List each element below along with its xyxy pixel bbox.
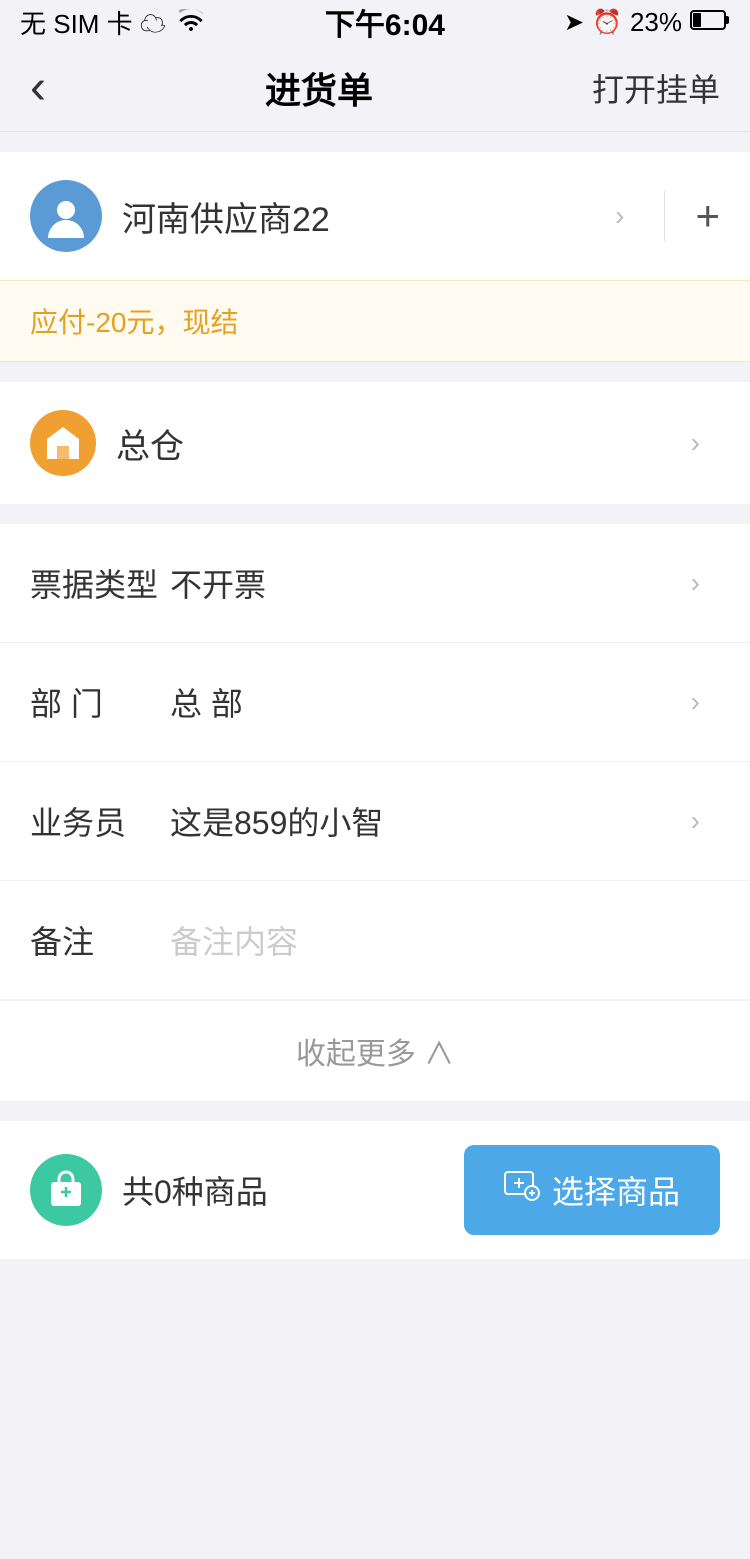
supplier-arrow-icon: › (615, 200, 624, 232)
supplier-card: 河南供应商22 › + 应付-20元，现结 (0, 152, 750, 362)
remarks-placeholder[interactable]: 备注内容 (170, 917, 720, 963)
alarm-icon: ⏰ (592, 8, 622, 37)
back-button[interactable]: ‹ (30, 60, 46, 115)
invoice-type-arrow-icon: › (691, 567, 700, 599)
collapse-label: 收起更多 ∧ (296, 1038, 454, 1071)
warehouse-arrow-icon: › (691, 427, 700, 459)
salesperson-value: 这是859的小智 (170, 798, 691, 844)
notice-text: 应付-20元，现结 (30, 307, 238, 338)
battery-icon (690, 7, 730, 38)
supplier-row[interactable]: 河南供应商22 › + (0, 152, 750, 280)
status-left: 无 SIM 卡 ☁ (20, 4, 206, 41)
product-icon-wrap (30, 1154, 102, 1226)
page-filler (0, 1259, 750, 1559)
supplier-avatar (30, 180, 102, 252)
select-product-label: 选择商品 (552, 1167, 680, 1213)
page-title: 进货单 (265, 62, 373, 114)
department-row[interactable]: 部 门 总 部 › (0, 643, 750, 762)
remarks-row[interactable]: 备注 备注内容 (0, 881, 750, 999)
select-product-icon (504, 1171, 540, 1210)
product-count: 共0种商品 (122, 1167, 464, 1213)
add-supplier-button[interactable]: + (695, 192, 720, 240)
department-value: 总 部 (170, 679, 691, 725)
remarks-label: 备注 (30, 917, 170, 963)
status-right: ➤ ⏰ 23% (564, 7, 730, 38)
invoice-type-value: 不开票 (170, 560, 691, 606)
department-arrow-icon: › (691, 686, 700, 718)
invoice-type-row[interactable]: 票据类型 不开票 › (0, 524, 750, 643)
status-time: 下午6:04 (325, 0, 445, 44)
warehouse-row[interactable]: 总仓 › (0, 382, 750, 504)
collapse-bar[interactable]: 收起更多 ∧ (0, 1000, 750, 1101)
wifi-icon (176, 7, 206, 38)
bottom-bar: 共0种商品 选择商品 (0, 1121, 750, 1259)
nav-bar: ‹ 进货单 打开挂单 (0, 44, 750, 132)
battery-level: 23% (630, 7, 682, 38)
salesperson-row[interactable]: 业务员 这是859的小智 › (0, 762, 750, 881)
divider (664, 191, 665, 241)
warehouse-name: 总仓 (116, 419, 691, 468)
warehouse-card: 总仓 › (0, 382, 750, 504)
sim-status: 无 SIM 卡 ☁ (20, 4, 166, 41)
form-card: 票据类型 不开票 › 部 门 总 部 › 业务员 这是859的小智 › 备注 备… (0, 524, 750, 999)
open-pending-button[interactable]: 打开挂单 (592, 65, 720, 111)
supplier-name: 河南供应商22 (122, 192, 615, 241)
invoice-type-label: 票据类型 (30, 560, 170, 606)
salesperson-label: 业务员 (30, 798, 170, 844)
location-icon: ➤ (564, 8, 584, 37)
department-label: 部 门 (30, 679, 170, 725)
notice-bar: 应付-20元，现结 (0, 280, 750, 362)
warehouse-icon (30, 410, 96, 476)
select-product-button[interactable]: 选择商品 (464, 1145, 720, 1235)
status-bar: 无 SIM 卡 ☁ 下午6:04 ➤ ⏰ 23% (0, 0, 750, 44)
salesperson-arrow-icon: › (691, 805, 700, 837)
